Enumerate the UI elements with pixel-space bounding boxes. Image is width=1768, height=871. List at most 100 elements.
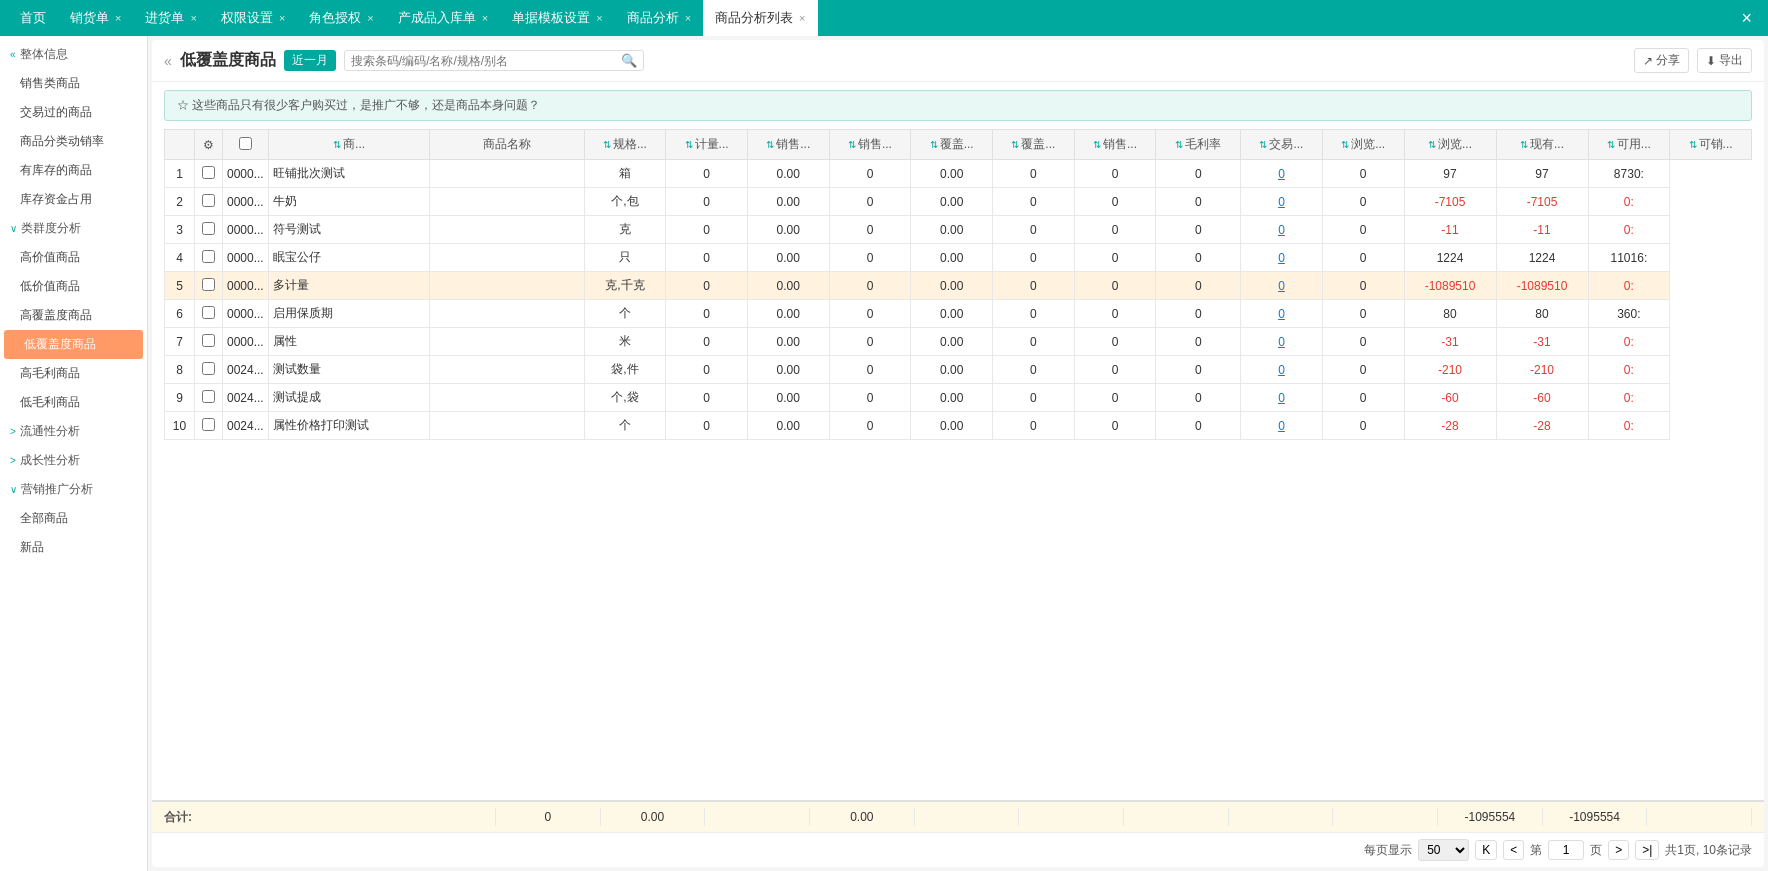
nav-role-auth[interactable]: 角色授权 ×	[297, 0, 385, 36]
row-browse1[interactable]: 0	[1241, 412, 1323, 440]
col-header-spec[interactable]: ⇅规格...	[584, 130, 666, 160]
row-browse1[interactable]: 0	[1241, 328, 1323, 356]
sidebar-item-all-goods[interactable]: 全部商品	[0, 504, 147, 533]
row-browse1[interactable]: 0	[1241, 244, 1323, 272]
row-browse1[interactable]: 0	[1241, 300, 1323, 328]
row-sales-amt: 0.00	[747, 300, 829, 328]
next-page-button[interactable]: >	[1608, 840, 1629, 860]
row-browse1[interactable]: 0	[1241, 216, 1323, 244]
col-header-coverage2[interactable]: ⇅覆盖...	[993, 130, 1075, 160]
close-icon[interactable]: ×	[279, 12, 285, 24]
sidebar-toggle-button[interactable]: «	[164, 53, 172, 69]
row-select[interactable]	[195, 384, 223, 412]
page-size-select[interactable]: 50 100 200	[1418, 839, 1469, 861]
row-browse1[interactable]: 0	[1241, 188, 1323, 216]
nav-template-settings[interactable]: 单据模板设置 ×	[500, 0, 614, 36]
row-checkbox[interactable]	[202, 194, 215, 207]
col-header-browse1[interactable]: ⇅浏览...	[1322, 130, 1404, 160]
col-header-sales-amt[interactable]: ⇅销售...	[829, 130, 911, 160]
row-name: 牛奶	[268, 188, 430, 216]
sidebar-item-in-stock-goods[interactable]: 有库存的商品	[0, 156, 147, 185]
share-button[interactable]: ↗ 分享	[1634, 48, 1689, 73]
row-checkbox[interactable]	[202, 306, 215, 319]
row-unit: 米	[584, 328, 666, 356]
col-header-coverage1[interactable]: ⇅覆盖...	[911, 130, 993, 160]
sidebar-section-liquidity[interactable]: > 流通性分析	[0, 417, 147, 446]
nav-sales-order[interactable]: 销货单 ×	[58, 0, 133, 36]
export-button[interactable]: ⬇ 导出	[1697, 48, 1752, 73]
row-unit: 克,千克	[584, 272, 666, 300]
last-page-button[interactable]: >|	[1635, 840, 1659, 860]
sidebar-item-high-value[interactable]: 高价值商品	[0, 243, 147, 272]
row-select[interactable]	[195, 272, 223, 300]
sidebar-item-high-coverage[interactable]: 高覆盖度商品	[0, 301, 147, 330]
search-input[interactable]	[351, 54, 621, 68]
row-checkbox[interactable]	[202, 390, 215, 403]
row-checkbox[interactable]	[202, 250, 215, 263]
col-header-sales3[interactable]: ⇅销售...	[1074, 130, 1156, 160]
col-header-sales-qty[interactable]: ⇅销售...	[747, 130, 829, 160]
col-header-saleable[interactable]: ⇅可销...	[1670, 130, 1752, 160]
sidebar-item-sales-goods[interactable]: 销售类商品	[0, 69, 147, 98]
nav-product-analysis-list[interactable]: 商品分析列表 ×	[703, 0, 817, 36]
row-select[interactable]	[195, 412, 223, 440]
row-select[interactable]	[195, 216, 223, 244]
first-page-button[interactable]: K	[1475, 840, 1497, 860]
col-header-settings[interactable]: ⚙	[195, 130, 223, 160]
sidebar-item-traded-goods[interactable]: 交易过的商品	[0, 98, 147, 127]
close-icon[interactable]: ×	[596, 12, 602, 24]
col-header-trade[interactable]: ⇅交易...	[1241, 130, 1323, 160]
sidebar-item-low-coverage[interactable]: 低覆盖度商品	[4, 330, 143, 359]
nav-product-analysis[interactable]: 商品分析 ×	[615, 0, 703, 36]
sidebar-item-new-goods[interactable]: 新品	[0, 533, 147, 562]
sidebar-item-high-margin[interactable]: 高毛利商品	[0, 359, 147, 388]
sidebar-item-low-value[interactable]: 低价值商品	[0, 272, 147, 301]
sidebar-item-low-margin[interactable]: 低毛利商品	[0, 388, 147, 417]
row-browse1[interactable]: 0	[1241, 160, 1323, 188]
row-checkbox[interactable]	[202, 278, 215, 291]
col-header-stock-now[interactable]: ⇅现有...	[1496, 130, 1588, 160]
row-checkbox[interactable]	[202, 166, 215, 179]
row-browse1[interactable]: 0	[1241, 356, 1323, 384]
window-close-button[interactable]: ×	[1733, 8, 1760, 29]
nav-product-inbound[interactable]: 产成品入库单 ×	[386, 0, 500, 36]
sidebar-item-category-sales-rate[interactable]: 商品分类动销率	[0, 127, 147, 156]
row-select[interactable]	[195, 160, 223, 188]
row-select[interactable]	[195, 356, 223, 384]
row-browse1[interactable]: 0	[1241, 272, 1323, 300]
col-header-check[interactable]	[223, 130, 269, 160]
sidebar-section-cluster[interactable]: ∨ 类群度分析	[0, 214, 147, 243]
close-icon[interactable]: ×	[482, 12, 488, 24]
close-icon[interactable]: ×	[685, 12, 691, 24]
row-select[interactable]	[195, 188, 223, 216]
row-browse1[interactable]: 0	[1241, 384, 1323, 412]
nav-purchase-order[interactable]: 进货单 ×	[133, 0, 208, 36]
sidebar-section-overall[interactable]: « 整体信息	[0, 40, 147, 69]
col-header-available[interactable]: ⇅可用...	[1588, 130, 1670, 160]
nav-home[interactable]: 首页	[8, 0, 58, 36]
close-icon[interactable]: ×	[367, 12, 373, 24]
col-header-gross-rate[interactable]: ⇅毛利率	[1156, 130, 1241, 160]
page-number-input[interactable]	[1548, 840, 1584, 860]
sidebar-section-growth[interactable]: > 成长性分析	[0, 446, 147, 475]
row-checkbox[interactable]	[202, 222, 215, 235]
row-checkbox[interactable]	[202, 362, 215, 375]
period-filter-button[interactable]: 近一月	[284, 50, 336, 71]
row-cov2: 0.00	[911, 244, 993, 272]
row-select[interactable]	[195, 244, 223, 272]
row-select[interactable]	[195, 328, 223, 356]
sidebar-section-marketing[interactable]: ∨ 营销推广分析	[0, 475, 147, 504]
row-checkbox[interactable]	[202, 418, 215, 431]
select-all-checkbox[interactable]	[239, 137, 252, 150]
prev-page-button[interactable]: <	[1503, 840, 1524, 860]
sidebar-item-inventory-capital[interactable]: 库存资金占用	[0, 185, 147, 214]
row-checkbox[interactable]	[202, 334, 215, 347]
row-select[interactable]	[195, 300, 223, 328]
close-icon[interactable]: ×	[799, 12, 805, 24]
close-icon[interactable]: ×	[115, 12, 121, 24]
nav-permissions[interactable]: 权限设置 ×	[209, 0, 297, 36]
close-icon[interactable]: ×	[190, 12, 196, 24]
col-header-browse2[interactable]: ⇅浏览...	[1404, 130, 1496, 160]
col-header-code[interactable]: ⇅商...	[268, 130, 430, 160]
col-header-unit[interactable]: ⇅计量...	[666, 130, 748, 160]
